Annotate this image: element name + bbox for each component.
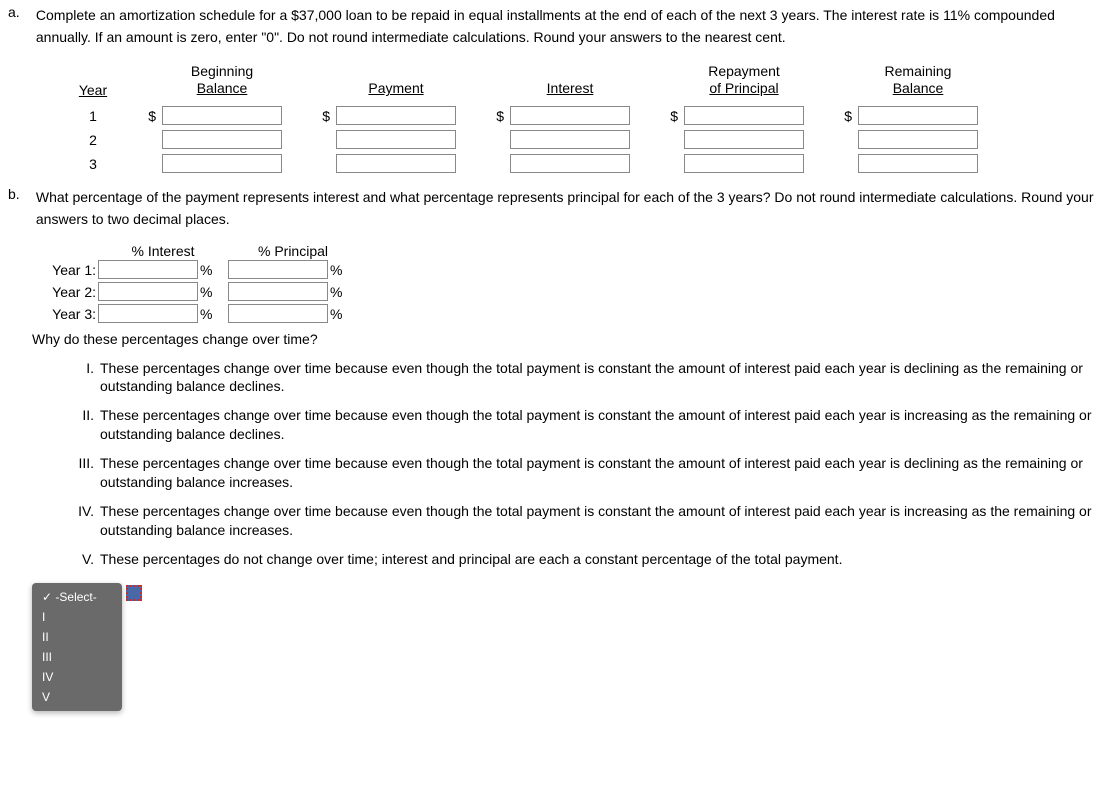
option-iii: III. These percentages change over time … (68, 454, 1108, 492)
y1-pct-principal-input[interactable] (228, 260, 328, 279)
y1-beginning-input[interactable] (162, 106, 282, 125)
header-remaining: Remaining Balance (858, 63, 978, 98)
year-2-label: 2 (48, 132, 138, 148)
option-v: V. These percentages do not change over … (68, 550, 1108, 569)
select-dropdown[interactable]: -Select- I II III IV V (32, 583, 122, 711)
pct-header-principal: % Principal (228, 243, 358, 259)
y2-interest-input[interactable] (510, 130, 630, 149)
pct-header-row: % Interest % Principal (38, 243, 1108, 259)
option-ii: II. These percentages change over time b… (68, 406, 1108, 444)
y3-interest-input[interactable] (510, 154, 630, 173)
header-payment: Payment (336, 63, 456, 98)
pct-y3-label: Year 3: (38, 306, 98, 322)
options-list: I. These percentages change over time be… (68, 359, 1108, 569)
y3-pct-interest-input[interactable] (98, 304, 198, 323)
why-question: Why do these percentages change over tim… (32, 331, 1108, 347)
y2-payment-input[interactable] (336, 130, 456, 149)
amortization-table: Year Beginning Balance Payment Interest (48, 63, 1108, 176)
header-beginning: Beginning Balance (162, 63, 282, 98)
y3-repayment-input[interactable] (684, 154, 804, 173)
select-option-placeholder[interactable]: -Select- (32, 587, 122, 607)
year-3-label: 3 (48, 156, 138, 172)
select-option-iv[interactable]: IV (32, 667, 122, 687)
y2-repayment-input[interactable] (684, 130, 804, 149)
pct-y2-label: Year 2: (38, 284, 98, 300)
y1-payment-input[interactable] (336, 106, 456, 125)
pct-y1-label: Year 1: (38, 262, 98, 278)
y1-remaining-input[interactable] (858, 106, 978, 125)
select-option-iii[interactable]: III (32, 647, 122, 667)
part-a-label: a. (8, 4, 32, 20)
header-year: Year (48, 82, 138, 98)
answer-select[interactable]: -Select- I II III IV V (32, 583, 142, 711)
y1-pct-interest-input[interactable] (98, 260, 198, 279)
pct-row-2: Year 2: % % (38, 281, 1108, 303)
y3-beginning-input[interactable] (162, 154, 282, 173)
part-b-label: b. (8, 186, 32, 202)
year-1-label: 1 (48, 108, 138, 124)
y2-remaining-input[interactable] (858, 130, 978, 149)
y2-beginning-input[interactable] (162, 130, 282, 149)
y2-pct-principal-input[interactable] (228, 282, 328, 301)
y3-payment-input[interactable] (336, 154, 456, 173)
amort-row-2: 2 (48, 128, 1108, 152)
pct-header-interest: % Interest (98, 243, 228, 259)
part-b-text: What percentage of the payment represent… (36, 186, 1106, 231)
select-option-ii[interactable]: II (32, 627, 122, 647)
option-iv: IV. These percentages change over time b… (68, 502, 1108, 540)
question-b: b. What percentage of the payment repres… (8, 186, 1108, 231)
amort-row-1: 1 $ $ $ $ $ (48, 104, 1108, 128)
part-a-text: Complete an amortization schedule for a … (36, 4, 1106, 49)
pct-row-1: Year 1: % % (38, 259, 1108, 281)
question-a: a. Complete an amortization schedule for… (8, 4, 1108, 49)
option-i: I. These percentages change over time be… (68, 359, 1108, 397)
percentage-table: % Interest % Principal Year 1: % % Year … (38, 243, 1108, 325)
header-repayment: Repayment of Principal (684, 63, 804, 98)
amort-header-row: Year Beginning Balance Payment Interest (48, 63, 1108, 98)
amort-row-3: 3 (48, 152, 1108, 176)
y1-repayment-input[interactable] (684, 106, 804, 125)
pct-row-3: Year 3: % % (38, 303, 1108, 325)
y3-pct-principal-input[interactable] (228, 304, 328, 323)
y1-interest-input[interactable] (510, 106, 630, 125)
y3-remaining-input[interactable] (858, 154, 978, 173)
select-option-v[interactable]: V (32, 687, 122, 707)
header-interest: Interest (510, 63, 630, 98)
y2-pct-interest-input[interactable] (98, 282, 198, 301)
select-option-i[interactable]: I (32, 607, 122, 627)
select-trigger-icon[interactable] (126, 585, 142, 601)
